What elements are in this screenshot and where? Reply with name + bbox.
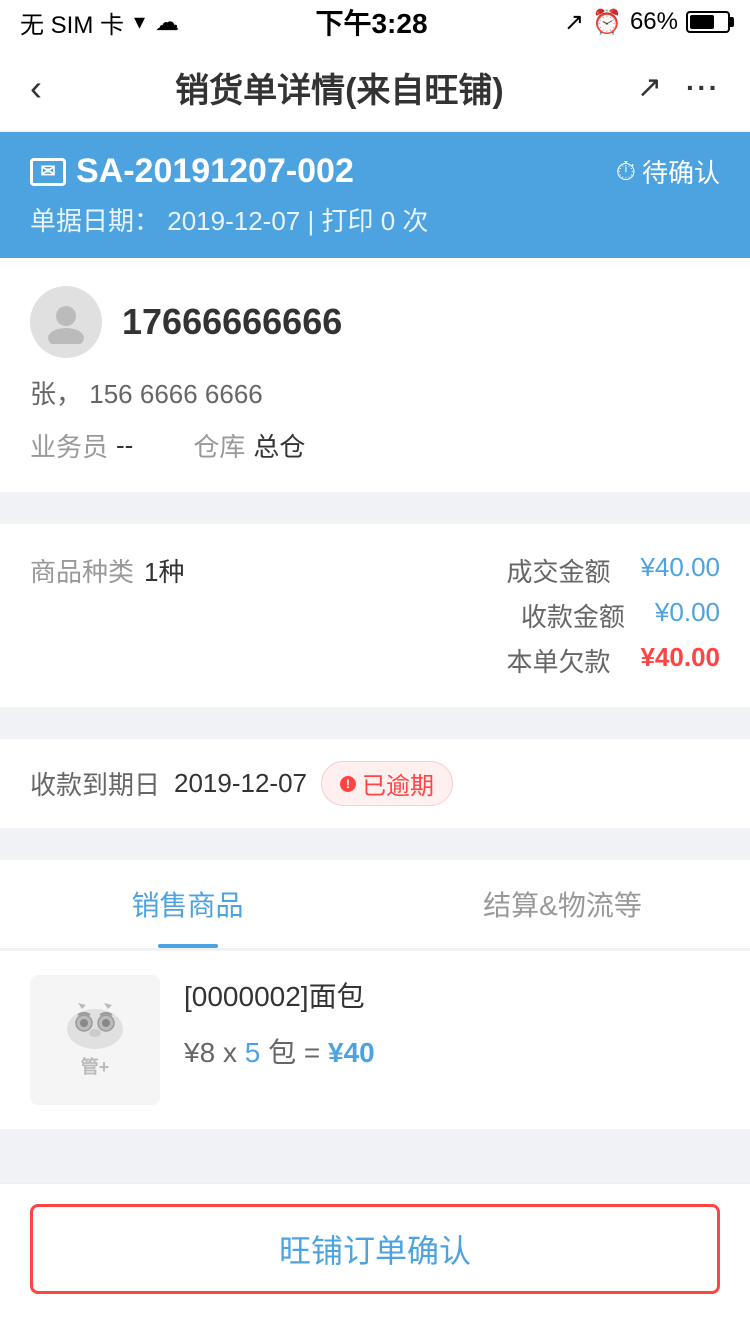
summary-section: 商品种类 1种 成交金额 ¥40.00 收款金额 ¥0.00 本单欠款 ¥40.… [0, 524, 750, 707]
status-carrier: 无 SIM 卡 ▾ ☁ [20, 5, 179, 40]
total-price: ¥40 [328, 1037, 375, 1068]
customer-card: 17666666666 张， 156 6666 6666 业务员 -- 仓库 总… [0, 258, 750, 492]
share-button[interactable]: ↗ [637, 70, 662, 105]
product-thumbnail: 管+ [30, 975, 160, 1105]
due-amount-label: 本单欠款 [506, 642, 610, 679]
due-amount-value: ¥40.00 [640, 642, 720, 679]
product-thumb-owl-icon: 管+ [60, 1001, 130, 1079]
alarm-icon: ⏰ [592, 8, 622, 37]
confirm-order-button[interactable]: 旺铺订单确认 [30, 1204, 720, 1294]
customer-name: 张 [30, 379, 56, 409]
product-details: [0000002]面包 ¥8 x 5 包 = ¥40 [184, 975, 720, 1071]
divider-1 [0, 508, 750, 524]
deal-amount-row: 成交金额 ¥40.00 [506, 552, 720, 589]
status-right: ↗ ⏰ 66% [564, 8, 730, 37]
location-icon: ↗ [564, 8, 584, 37]
customer-meta: 业务员 -- 仓库 总仓 [30, 427, 720, 464]
salesperson-value: -- [116, 430, 133, 461]
warehouse-value: 总仓 [253, 427, 305, 464]
battery-indicator [686, 11, 730, 33]
status-time: 下午3:28 [315, 2, 427, 42]
product-name: [0000002]面包 [184, 975, 720, 1015]
customer-alt-phone: 156 6666 6666 [89, 379, 263, 409]
nav-bar: ‹ 销货单详情(来自旺铺) ↗ ··· [0, 44, 750, 132]
tab-settlement[interactable]: 结算&物流等 [375, 860, 750, 948]
tab-sales-products-label: 销售商品 [131, 884, 243, 924]
overdue-dot-icon: ! [340, 776, 356, 792]
tab-sales-products[interactable]: 销售商品 [0, 860, 375, 948]
back-button[interactable]: ‹ [30, 67, 42, 109]
wifi-icon: ▾ [134, 9, 145, 35]
customer-phone: 17666666666 [122, 301, 342, 343]
equals-symbol: = [304, 1037, 328, 1068]
salesperson-item: 业务员 -- [30, 427, 133, 464]
wifi-label: ☁ [155, 8, 179, 37]
due-date-label: 收款到期日 [30, 765, 160, 802]
due-amount-row: 本单欠款 ¥40.00 [506, 642, 720, 679]
print-label: 打印 [321, 206, 373, 236]
tab-bar: 销售商品 结算&物流等 [0, 860, 750, 949]
warehouse-item: 仓库 总仓 [193, 427, 305, 464]
avatar [30, 286, 102, 358]
divider-2 [0, 723, 750, 739]
print-count: 0 [381, 206, 395, 236]
product-name-text: 面包 [309, 981, 365, 1012]
product-section: 管+ [0000002]面包 ¥8 x 5 包 = ¥40 [0, 951, 750, 1129]
unit: 包 [268, 1037, 296, 1068]
deal-amount-value: ¥40.00 [640, 552, 720, 589]
overdue-text: 已逾期 [362, 766, 434, 801]
unit-price: ¥8 [184, 1037, 215, 1068]
divider-3 [0, 844, 750, 860]
salesperson-label: 业务员 [30, 427, 108, 464]
order-date-line: 单据日期： 2019-12-07 | 打印 0 次 [30, 201, 720, 238]
page-title: 销货单详情(来自旺铺) [42, 63, 637, 112]
confirm-button-label: 旺铺订单确认 [279, 1226, 471, 1272]
bottom-action-area: 旺铺订单确认 [0, 1183, 750, 1334]
quantity: 5 [245, 1037, 261, 1068]
product-type-label: 商品种类 [30, 552, 134, 589]
multiply-symbol: x [223, 1037, 245, 1068]
battery-percentage: 66% [630, 8, 678, 36]
status-text: 待确认 [642, 153, 720, 190]
print-suffix: 次 [402, 206, 428, 236]
overdue-badge: ! 已逾期 [321, 761, 453, 806]
more-button[interactable]: ··· [686, 72, 720, 104]
order-status: ⏱ 待确认 [616, 153, 720, 190]
product-price-line: ¥8 x 5 包 = ¥40 [184, 1031, 720, 1071]
status-clock-icon: ⏱ [616, 156, 636, 188]
warehouse-label: 仓库 [193, 427, 245, 464]
received-value: ¥0.00 [655, 597, 720, 634]
nav-actions: ↗ ··· [637, 70, 720, 105]
order-header-banner: ✉ SA-20191207-002 ⏱ 待确认 单据日期： 2019-12-07… [0, 132, 750, 258]
due-date-section: 收款到期日 2019-12-07 ! 已逾期 [0, 739, 750, 828]
order-id: ✉ SA-20191207-002 [30, 152, 354, 191]
deal-amount-label: 成交金额 [506, 552, 610, 589]
product-item: 管+ [0000002]面包 ¥8 x 5 包 = ¥40 [30, 975, 720, 1105]
customer-info: 张， 156 6666 6666 [30, 374, 720, 411]
received-amount-row: 收款金额 ¥0.00 [521, 597, 720, 634]
order-icon: ✉ [30, 158, 66, 186]
tab-active-indicator [158, 944, 218, 948]
due-date-value: 2019-12-07 [174, 768, 307, 799]
order-id-text: SA-20191207-002 [76, 152, 354, 191]
tab-settlement-label: 结算&物流等 [483, 884, 642, 924]
amount-summary: 成交金额 ¥40.00 收款金额 ¥0.00 本单欠款 ¥40.00 [506, 552, 720, 679]
product-type-value: 1种 [144, 552, 184, 589]
carrier-text: 无 SIM 卡 [20, 5, 124, 40]
received-label: 收款金额 [521, 597, 625, 634]
status-bar: 无 SIM 卡 ▾ ☁ 下午3:28 ↗ ⏰ 66% [0, 0, 750, 44]
product-code: [0000002] [184, 981, 309, 1012]
order-date-label: 单据日期： [30, 206, 160, 236]
order-date-value: 2019-12-07 [167, 206, 300, 236]
